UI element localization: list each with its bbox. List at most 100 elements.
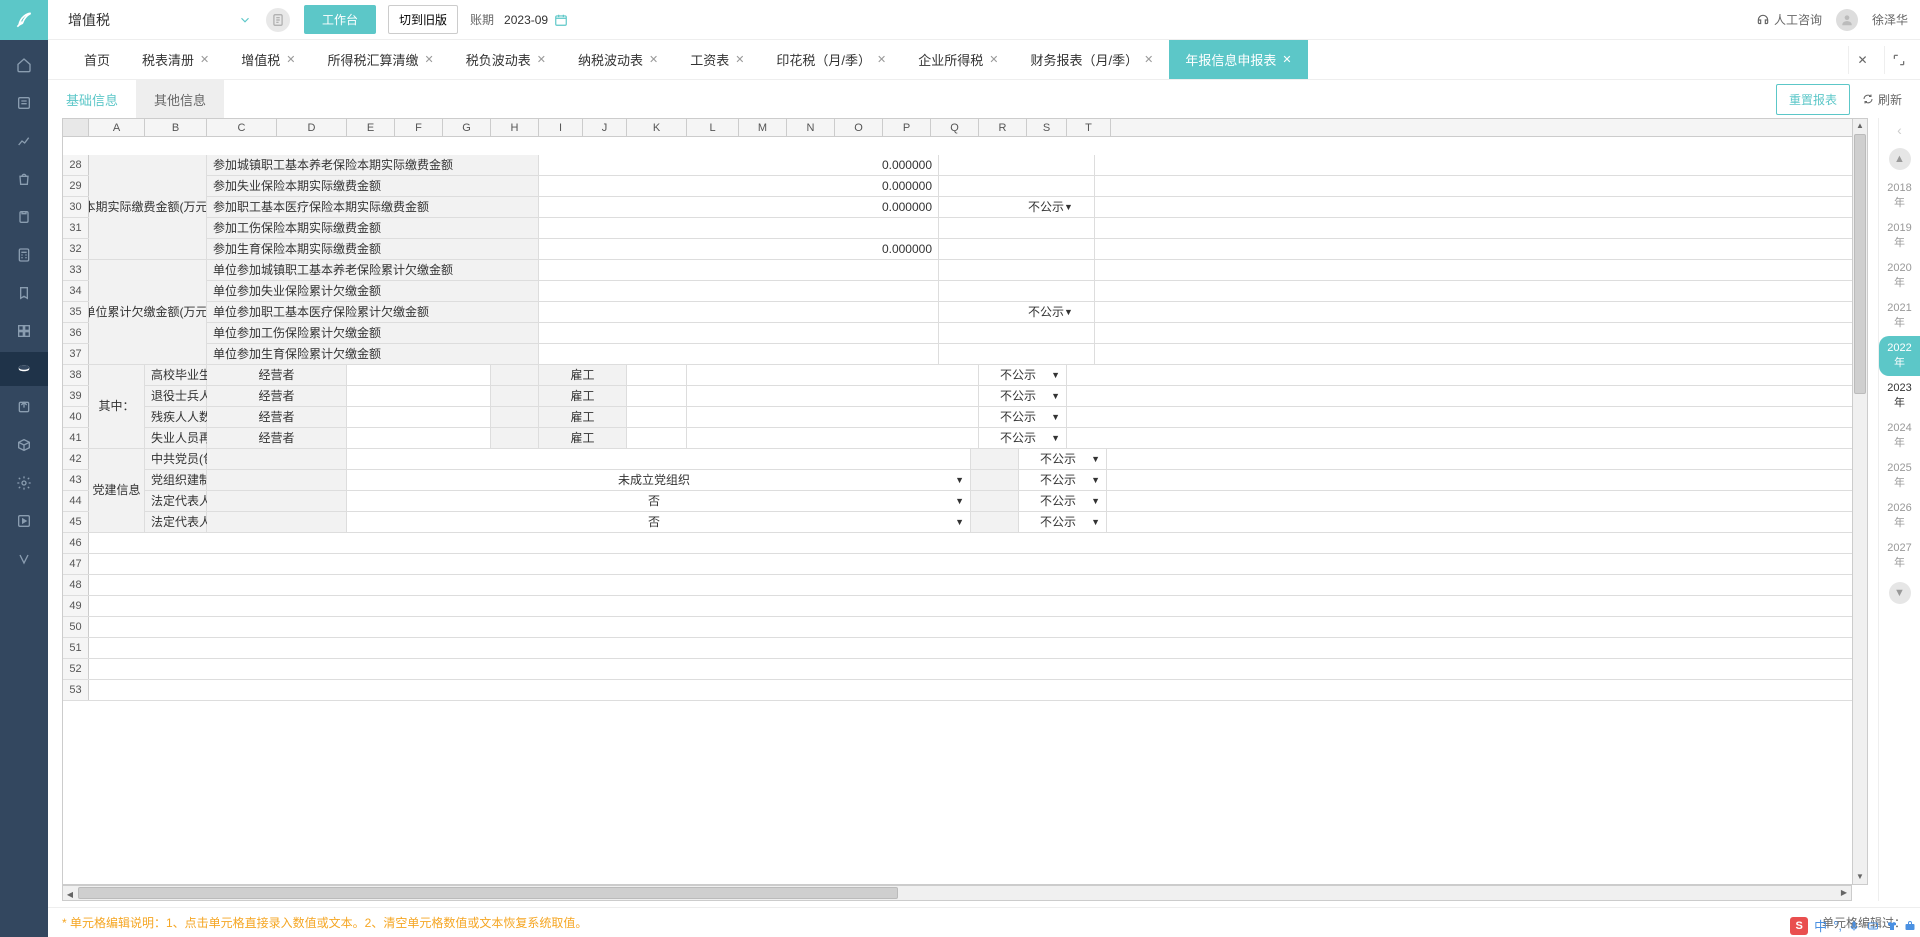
val1[interactable] (347, 365, 491, 385)
tag-icon[interactable] (0, 276, 48, 310)
ime-mic-icon[interactable] (1848, 920, 1860, 932)
col-header-S[interactable]: S (1027, 119, 1067, 136)
disp[interactable]: 不公示▼ (979, 428, 1067, 448)
empty-cell[interactable] (89, 680, 1867, 700)
empty-cell[interactable] (89, 575, 1867, 595)
clipboard-icon[interactable] (0, 200, 48, 234)
rail-drag-handle[interactable]: ‹ (1895, 118, 1905, 142)
doc-icon-button[interactable] (266, 8, 290, 32)
col-header-H[interactable]: H (491, 119, 539, 136)
calendar-icon[interactable] (554, 13, 568, 27)
val2[interactable] (687, 386, 979, 406)
year-2020年[interactable]: 2020年 (1879, 256, 1920, 296)
col-header-M[interactable]: M (739, 119, 787, 136)
row-value[interactable] (539, 260, 939, 280)
expand-icon[interactable] (1884, 46, 1912, 74)
col-header-O[interactable]: O (835, 119, 883, 136)
vertical-scrollbar[interactable]: ▲ ▼ (1852, 118, 1868, 885)
scroll-down-icon[interactable]: ▼ (1853, 870, 1867, 884)
scroll-left-icon[interactable]: ◀ (63, 888, 77, 902)
val1[interactable] (347, 407, 491, 427)
row-value[interactable]: 0.000000 (539, 176, 939, 196)
row-header-47[interactable]: 47 (63, 554, 89, 574)
user-avatar[interactable] (1836, 9, 1858, 31)
row-value[interactable]: 0.000000 (539, 239, 939, 259)
row-header-34[interactable]: 34 (63, 281, 89, 301)
play-icon[interactable] (0, 504, 48, 538)
tab-8[interactable]: 企业所得税✕ (902, 40, 1014, 79)
row-header-35[interactable]: 35 (63, 302, 89, 322)
row-header-36[interactable]: 36 (63, 323, 89, 343)
row-value[interactable] (539, 281, 939, 301)
year-2022年[interactable]: 2022年 (1879, 336, 1920, 376)
tab-1[interactable]: 税表清册✕ (126, 40, 225, 79)
grid-icon[interactable] (0, 314, 48, 348)
tab-5[interactable]: 纳税波动表✕ (562, 40, 674, 79)
ime-keyboard-icon[interactable] (1866, 920, 1880, 932)
ime-punct-icon[interactable]: °, (1833, 918, 1842, 933)
ime-zh-icon[interactable]: 中 (1814, 916, 1827, 935)
col-header-L[interactable]: L (687, 119, 739, 136)
switch-old-button[interactable]: 切到旧版 (388, 5, 458, 34)
row-value[interactable] (539, 218, 939, 238)
close-icon[interactable]: ✕ (1144, 53, 1153, 66)
val1[interactable] (347, 386, 491, 406)
row-header-30[interactable]: 30 (63, 197, 89, 217)
row-header-50[interactable]: 50 (63, 617, 89, 637)
app-logo[interactable] (0, 0, 48, 40)
row-header-38[interactable]: 38 (63, 365, 89, 385)
disp[interactable]: 不公示▼ (979, 386, 1067, 406)
bag-icon[interactable] (0, 162, 48, 196)
col-header-D[interactable]: D (277, 119, 347, 136)
row-header-46[interactable]: 46 (63, 533, 89, 553)
year-2027年[interactable]: 2027年 (1879, 536, 1920, 576)
ime-skin-icon[interactable] (1886, 920, 1898, 932)
val2[interactable] (687, 428, 979, 448)
row-header-33[interactable]: 33 (63, 260, 89, 280)
disp[interactable]: 不公示▼ (979, 365, 1067, 385)
wide-val[interactable]: 否▼ (347, 512, 971, 532)
refresh-link[interactable]: 刷新 (1862, 91, 1902, 108)
row-header-53[interactable]: 53 (63, 680, 89, 700)
empty-cell[interactable] (89, 554, 1867, 574)
ime-toolbox-icon[interactable] (1904, 920, 1916, 932)
col-header-B[interactable]: B (145, 119, 207, 136)
row-header-48[interactable]: 48 (63, 575, 89, 595)
val2[interactable] (687, 365, 979, 385)
row-header-45[interactable]: 45 (63, 512, 89, 532)
col-header-J[interactable]: J (583, 119, 627, 136)
row-header-49[interactable]: 49 (63, 596, 89, 616)
horizontal-scrollbar[interactable]: ◀ ▶ (62, 885, 1852, 901)
box-icon[interactable] (0, 428, 48, 462)
col-header-R[interactable]: R (979, 119, 1027, 136)
sub-tab-basic[interactable]: 基础信息 (48, 80, 136, 118)
ime-s-icon[interactable]: S (1790, 917, 1808, 935)
empty-cell[interactable] (89, 596, 1867, 616)
rail-up-icon[interactable]: ▲ (1889, 148, 1911, 170)
reset-button[interactable]: 重置报表 (1776, 84, 1850, 115)
year-2026年[interactable]: 2026年 (1879, 496, 1920, 536)
close-icon[interactable]: ✕ (286, 53, 295, 66)
year-2018年[interactable]: 2018年 (1879, 176, 1920, 216)
empty-cell[interactable] (89, 533, 1867, 553)
val2[interactable] (687, 407, 979, 427)
module-dropdown[interactable]: 增值税 (68, 10, 252, 30)
tab-10[interactable]: 年报信息申报表✕ (1169, 40, 1307, 79)
calc-icon[interactable] (0, 238, 48, 272)
v-scroll-thumb[interactable] (1854, 134, 1866, 394)
row-value[interactable] (539, 323, 939, 343)
wide-val[interactable] (347, 449, 971, 469)
close-icon[interactable]: ✕ (735, 53, 744, 66)
col-header-E[interactable]: E (347, 119, 395, 136)
scroll-up-icon[interactable]: ▲ (1853, 119, 1867, 133)
col-header-P[interactable]: P (883, 119, 931, 136)
group2-disp[interactable]: 不公示▼ (1007, 260, 1095, 364)
h-scroll-thumb[interactable] (78, 887, 898, 899)
tab-3[interactable]: 所得税汇算清缴✕ (311, 40, 449, 79)
col-header-K[interactable]: K (627, 119, 687, 136)
disp[interactable]: 不公示▼ (1019, 491, 1107, 511)
disp[interactable]: 不公示▼ (979, 407, 1067, 427)
year-2023年[interactable]: 2023年 (1879, 376, 1920, 416)
row-header-37[interactable]: 37 (63, 344, 89, 364)
gear-icon[interactable] (0, 466, 48, 500)
